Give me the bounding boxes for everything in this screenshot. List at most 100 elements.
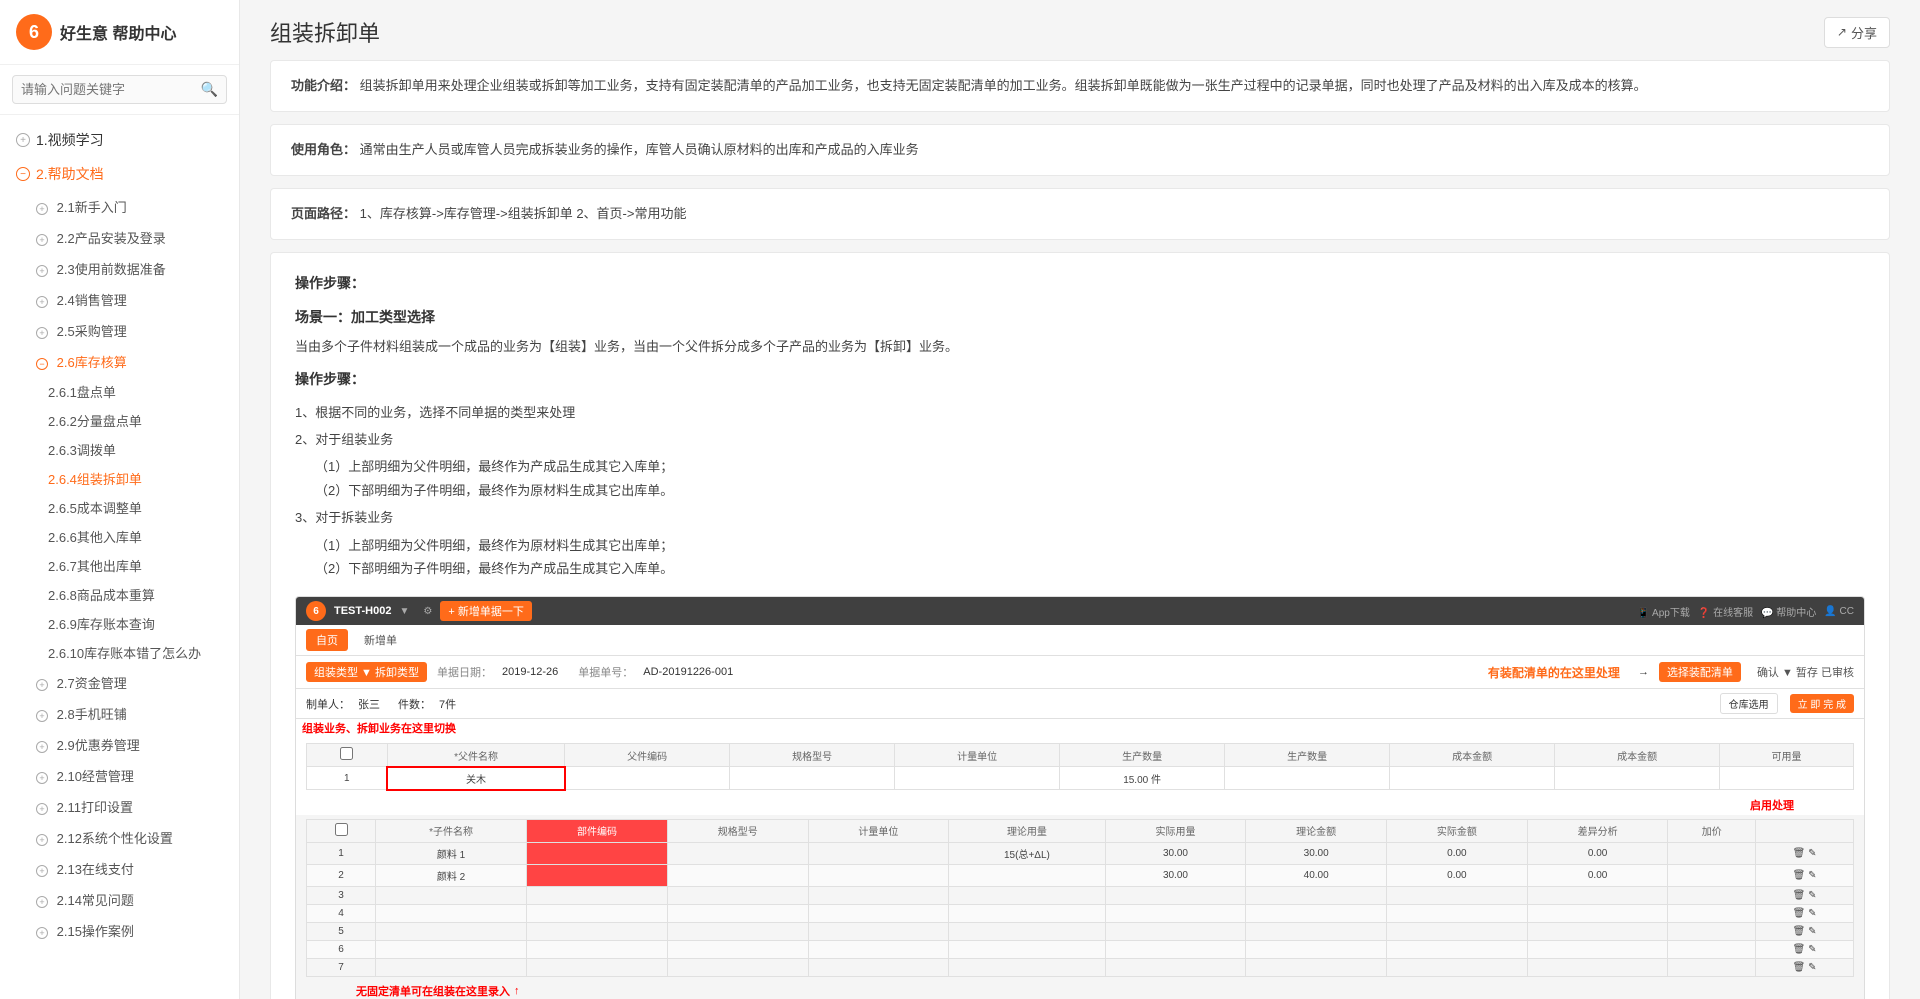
sidebar-item-help-docs[interactable]: − 2.帮助文档 bbox=[0, 157, 239, 191]
sidebar-item-other-out[interactable]: 2.6.7其他出库单 bbox=[0, 551, 239, 580]
col-ops bbox=[1756, 819, 1854, 842]
sidebar-item-coupon[interactable]: + 2.9优惠券管理 bbox=[0, 729, 239, 760]
erp-type-btn[interactable]: 组装类型 ▼ 拆卸类型 bbox=[306, 662, 427, 682]
sidebar-item-ops-mgmt[interactable]: + 2.10经营管理 bbox=[0, 760, 239, 791]
expand-icon: + bbox=[16, 133, 30, 147]
col-actual-amt: 实际金额 bbox=[1387, 819, 1528, 842]
erp-tab-home[interactable]: 自页 bbox=[306, 629, 348, 651]
logo-icon: 6 bbox=[16, 14, 52, 50]
col-diff: 差异分析 bbox=[1527, 819, 1668, 842]
erp-help-center-icon: 💬 帮助中心 bbox=[1761, 604, 1816, 619]
collapse-icon: − bbox=[16, 167, 30, 181]
sidebar-item-video-learning[interactable]: + 1.视频学习 bbox=[0, 123, 239, 157]
sidebar-item-beginner[interactable]: + 2.1新手入门 bbox=[0, 191, 239, 222]
cell-cost-amt2 bbox=[1555, 767, 1720, 790]
table-row: 1 颜料 1 15(总+ΔL) 30.00 30.00 0.00 0. bbox=[307, 842, 1854, 864]
sidebar-item-ledger-fix[interactable]: 2.6.10库存账本错了怎么办 bbox=[0, 638, 239, 667]
cell-unit bbox=[895, 767, 1060, 790]
col-check bbox=[307, 744, 388, 767]
erp-arrow-right: → bbox=[1638, 666, 1649, 678]
sidebar-item-inventory[interactable]: − 2.6库存核算 bbox=[0, 346, 239, 377]
erp-apply-btn[interactable]: 立 即 完 成 bbox=[1790, 694, 1854, 713]
erp-confirm-btn[interactable]: 确认 ▼ 暂存 已审核 bbox=[1757, 664, 1854, 680]
erp-select-bill-btn[interactable]: 选择装配清单 bbox=[1659, 662, 1741, 682]
ops-title: 操作步骤： bbox=[295, 273, 1865, 293]
sidebar-item-transfer[interactable]: 2.6.3调拨单 bbox=[0, 435, 239, 464]
step3: 3、对于拆装业务 bbox=[295, 506, 1865, 529]
select-all-top[interactable] bbox=[340, 747, 353, 760]
erp-sub-label: 制单人： bbox=[306, 696, 350, 712]
erp-date-value: 2019-12-26 bbox=[502, 666, 558, 678]
col-check-b bbox=[307, 819, 376, 842]
sidebar-item-assembly[interactable]: 2.6.4组装拆卸单 bbox=[0, 464, 239, 493]
sidebar-item-stocktake[interactable]: 2.6.1盘点单 bbox=[0, 377, 239, 406]
col-avail: 可用量 bbox=[1720, 744, 1854, 767]
erp-tab-new[interactable]: 新增单 bbox=[354, 629, 407, 651]
erp-num-label: 件数： bbox=[398, 696, 431, 712]
erp-screenshot: 6 TEST-H002 ▼ ⚙ + 新增单据一下 📱 App下载 ❓ 在线客服 … bbox=[295, 596, 1865, 999]
scene1-desc: 当由多个子件材料组装成一个成品的业务为【组装】业务，当由一个父件拆分成多个子产品… bbox=[295, 335, 1865, 358]
sidebar-item-cost-adjust[interactable]: 2.6.5成本调整单 bbox=[0, 493, 239, 522]
sidebar-item-partial-stocktake[interactable]: 2.6.2分量盘点单 bbox=[0, 406, 239, 435]
erp-date-label: 单据日期： bbox=[437, 664, 492, 680]
col-parent-code: 父件编码 bbox=[565, 744, 730, 767]
nav-tree: + 1.视频学习 − 2.帮助文档 + 2.1新手入门 + 2.2产品安装及登录 bbox=[0, 115, 239, 999]
step2: 2、对于组装业务 bbox=[295, 428, 1865, 451]
cell-prod-qty2 bbox=[1225, 767, 1390, 790]
search-icon[interactable]: 🔍 bbox=[201, 81, 218, 98]
col-cost-amt2: 成本金额 bbox=[1555, 744, 1720, 767]
sidebar-item-label: 1.视频学习 bbox=[36, 130, 104, 150]
sidebar-item-install[interactable]: + 2.2产品安装及登录 bbox=[0, 222, 239, 253]
erp-topbar-arrow: ▼ bbox=[399, 606, 409, 617]
annotation4-label: 启用处理 bbox=[1750, 797, 1794, 813]
table-row: 2 颜料 2 30.00 40.00 0.00 0.00 bbox=[307, 864, 1854, 886]
erp-processing-label: 有装配清单的在这里处理 bbox=[1488, 664, 1620, 681]
path-block: 页面路径： 1、库存核算->库存管理->组装拆卸单 2、首页->常用功能 bbox=[270, 188, 1890, 240]
cell-spec bbox=[730, 767, 895, 790]
annotation3-label: 组装业务、拆卸业务在这里切换 bbox=[302, 720, 456, 736]
sidebar-item-data-prep[interactable]: + 2.3使用前数据准备 bbox=[0, 253, 239, 284]
erp-topbar-icon1: ⚙ bbox=[423, 606, 432, 617]
share-icon: ↗ bbox=[1837, 25, 1847, 39]
erp-bottom-table: *子件名称 部件编码 规格型号 计量单位 理论用量 实际用量 理论金额 实际金额… bbox=[306, 819, 1854, 977]
col-theory-amt: 理论金额 bbox=[1246, 819, 1387, 842]
step2-sub2: （2）下部明细为子件明细，最终作为原材料生成其它出库单。 bbox=[295, 479, 1865, 502]
sidebar-item-finance[interactable]: + 2.7资金管理 bbox=[0, 667, 239, 698]
col-cost-amt: 成本金额 bbox=[1390, 744, 1555, 767]
col-sub-name: *子件名称 bbox=[376, 819, 527, 842]
sidebar-item-other-in[interactable]: 2.6.6其他入库单 bbox=[0, 522, 239, 551]
sidebar-item-customize[interactable]: + 2.12系统个性化设置 bbox=[0, 822, 239, 853]
sidebar-item-faq[interactable]: + 2.14常见问题 bbox=[0, 884, 239, 915]
sidebar-item-case-study[interactable]: + 2.15操作案例 bbox=[0, 915, 239, 946]
col-sub-spec: 规格型号 bbox=[667, 819, 808, 842]
col-actual-qty: 实际用量 bbox=[1105, 819, 1246, 842]
cell-parent-name: 关木 bbox=[387, 767, 564, 790]
search-area: 🔍 bbox=[0, 65, 239, 115]
sidebar-item-mobile[interactable]: + 2.8手机旺铺 bbox=[0, 698, 239, 729]
search-input[interactable] bbox=[21, 82, 201, 97]
nav-children-2: + 2.1新手入门 + 2.2产品安装及登录 + 2.3使用前数据准备 + 2.… bbox=[0, 191, 239, 946]
table-row: 6 🗑 ✎ bbox=[307, 940, 1854, 958]
sidebar-item-print[interactable]: + 2.11打印设置 bbox=[0, 791, 239, 822]
sidebar-item-online-pay[interactable]: + 2.13在线支付 bbox=[0, 853, 239, 884]
col-prod-qty: 生产数量 bbox=[1060, 744, 1225, 767]
sidebar-item-sales[interactable]: + 2.4销售管理 bbox=[0, 284, 239, 315]
erp-new-btn[interactable]: + 新增单据一下 bbox=[440, 601, 531, 621]
sidebar-item-cost-recalc[interactable]: 2.6.8商品成本重算 bbox=[0, 580, 239, 609]
share-button[interactable]: ↗ 分享 bbox=[1824, 17, 1890, 48]
erp-appstore-icon: 📱 App下载 bbox=[1637, 604, 1689, 619]
page-title: 组装拆卸单 bbox=[270, 16, 380, 48]
erp-logo: 6 bbox=[306, 601, 326, 621]
erp-top-table-container: *父件名称 父件编码 规格型号 计量单位 生产数量 生产数量 成本金额 成本金额… bbox=[296, 719, 1864, 795]
main-header: 组装拆卸单 ↗ 分享 bbox=[240, 0, 1920, 60]
select-all-bottom[interactable] bbox=[335, 823, 348, 836]
sidebar-item-purchase[interactable]: + 2.5采购管理 bbox=[0, 315, 239, 346]
erp-sub-value: 张三 bbox=[358, 696, 380, 712]
sidebar: 6 好生意 帮助中心 🔍 + 1.视频学习 − 2.帮助文档 + 2.1新手入 bbox=[0, 0, 240, 999]
erp-warehouse-btn[interactable]: 仓库选用 bbox=[1720, 693, 1778, 714]
func-intro-text: 组装拆卸单用来处理企业组装或拆卸等加工业务，支持有固定装配清单的产品加工业务，也… bbox=[360, 78, 1647, 93]
scene1-title: 场景一：加工类型选择 bbox=[295, 307, 1865, 327]
sidebar-item-ledger-query[interactable]: 2.6.9库存账本查询 bbox=[0, 609, 239, 638]
table-row: 5 🗑 ✎ bbox=[307, 922, 1854, 940]
path-label: 页面路径： bbox=[291, 206, 356, 221]
